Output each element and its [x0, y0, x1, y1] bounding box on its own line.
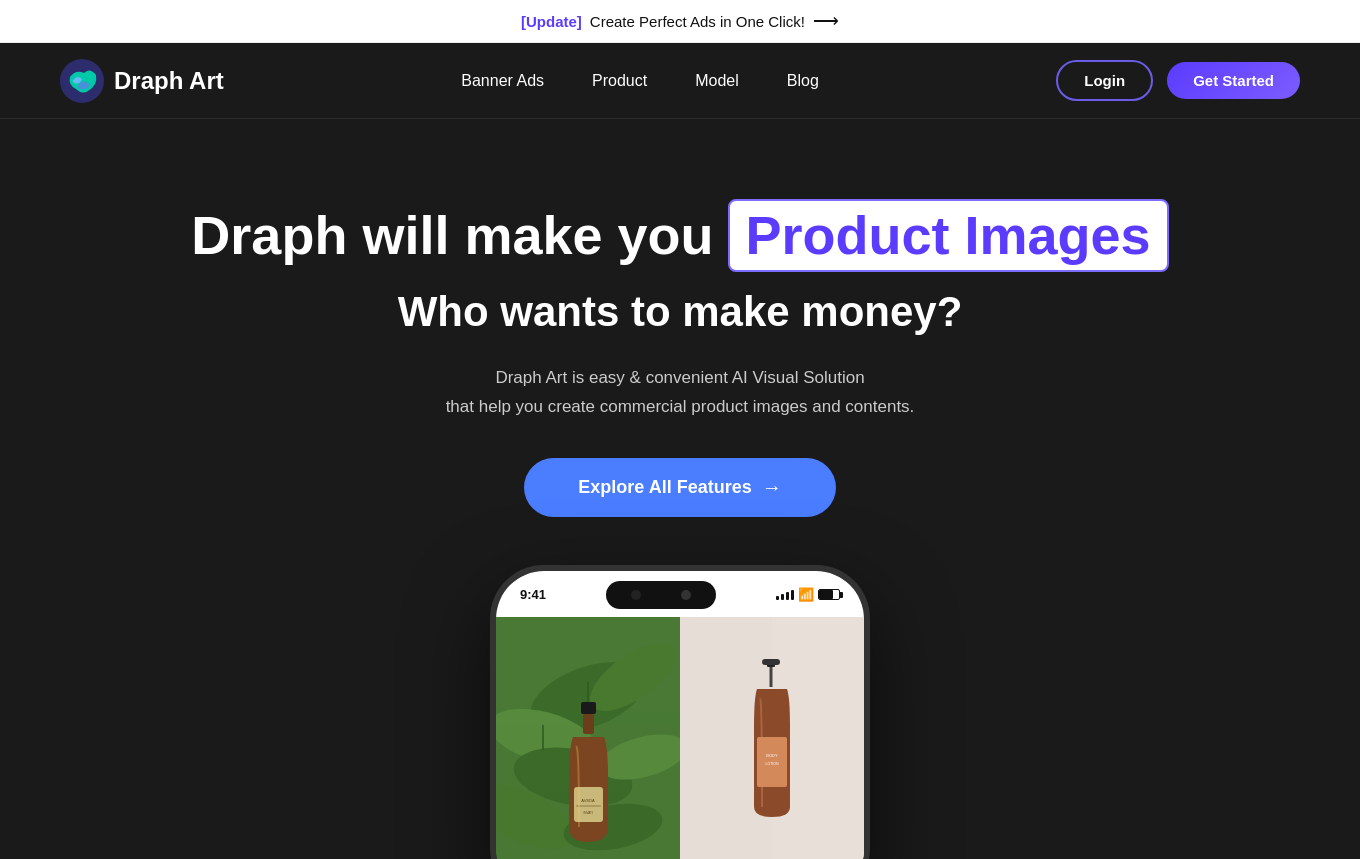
explore-arrow: →	[762, 476, 782, 499]
status-icons: 📶	[776, 587, 840, 602]
hero-headline-highlight: Product Images	[728, 199, 1169, 272]
phone-status-bar: 9:41 📶	[496, 571, 864, 617]
announcement-bar: [Update] Create Perfect Ads in One Click…	[0, 0, 1360, 43]
announcement-message: Create Perfect Ads in One Click!	[590, 13, 805, 30]
svg-rect-12	[583, 714, 594, 734]
nav-model[interactable]: Model	[695, 72, 739, 89]
hero-headline-part1: Draph will make you	[191, 203, 713, 268]
explore-button[interactable]: Explore All Features →	[524, 458, 835, 517]
nav-blog[interactable]: Blog	[787, 72, 819, 89]
nav-banner-ads[interactable]: Banner Ads	[461, 72, 544, 89]
navbar: Draph Art Banner Ads Product Model Blog …	[0, 43, 1360, 119]
svg-text:AVEDA: AVEDA	[581, 798, 595, 803]
announcement-update-link[interactable]: [Update]	[521, 13, 582, 30]
phone-scene-right: BODY LOTION	[680, 617, 864, 859]
hero-subheadline: Who wants to make money?	[20, 288, 1340, 336]
phone-time: 9:41	[520, 587, 546, 602]
phone-mockup: 9:41 📶	[490, 565, 870, 859]
hero-description: Draph Art is easy & convenient AI Visual…	[400, 364, 960, 422]
get-started-button[interactable]: Get Started	[1167, 62, 1300, 99]
svg-text:INVATI: INVATI	[583, 811, 592, 815]
announcement-arrow: ⟶	[813, 10, 839, 32]
nav-actions: Login Get Started	[1056, 60, 1300, 101]
svg-text:BODY: BODY	[766, 753, 778, 758]
phone-mockup-container: 9:41 📶	[20, 565, 1340, 859]
nav-product[interactable]: Product	[592, 72, 647, 89]
svg-rect-21	[762, 659, 780, 665]
hero-section: Draph will make you Product Images Who w…	[0, 119, 1360, 859]
svg-text:LOTION: LOTION	[765, 762, 779, 766]
phone-scene-left: AVEDA INVATI	[496, 617, 680, 859]
brand-name: Draph Art	[114, 67, 224, 95]
logo[interactable]: Draph Art	[60, 59, 224, 103]
login-button[interactable]: Login	[1056, 60, 1153, 101]
svg-rect-11	[581, 702, 596, 714]
nav-links: Banner Ads Product Model Blog	[461, 72, 818, 90]
hero-headline: Draph will make you Product Images	[20, 199, 1340, 272]
explore-button-label: Explore All Features	[578, 477, 751, 498]
logo-icon	[60, 59, 104, 103]
phone-screen: AVEDA INVATI	[496, 617, 864, 859]
